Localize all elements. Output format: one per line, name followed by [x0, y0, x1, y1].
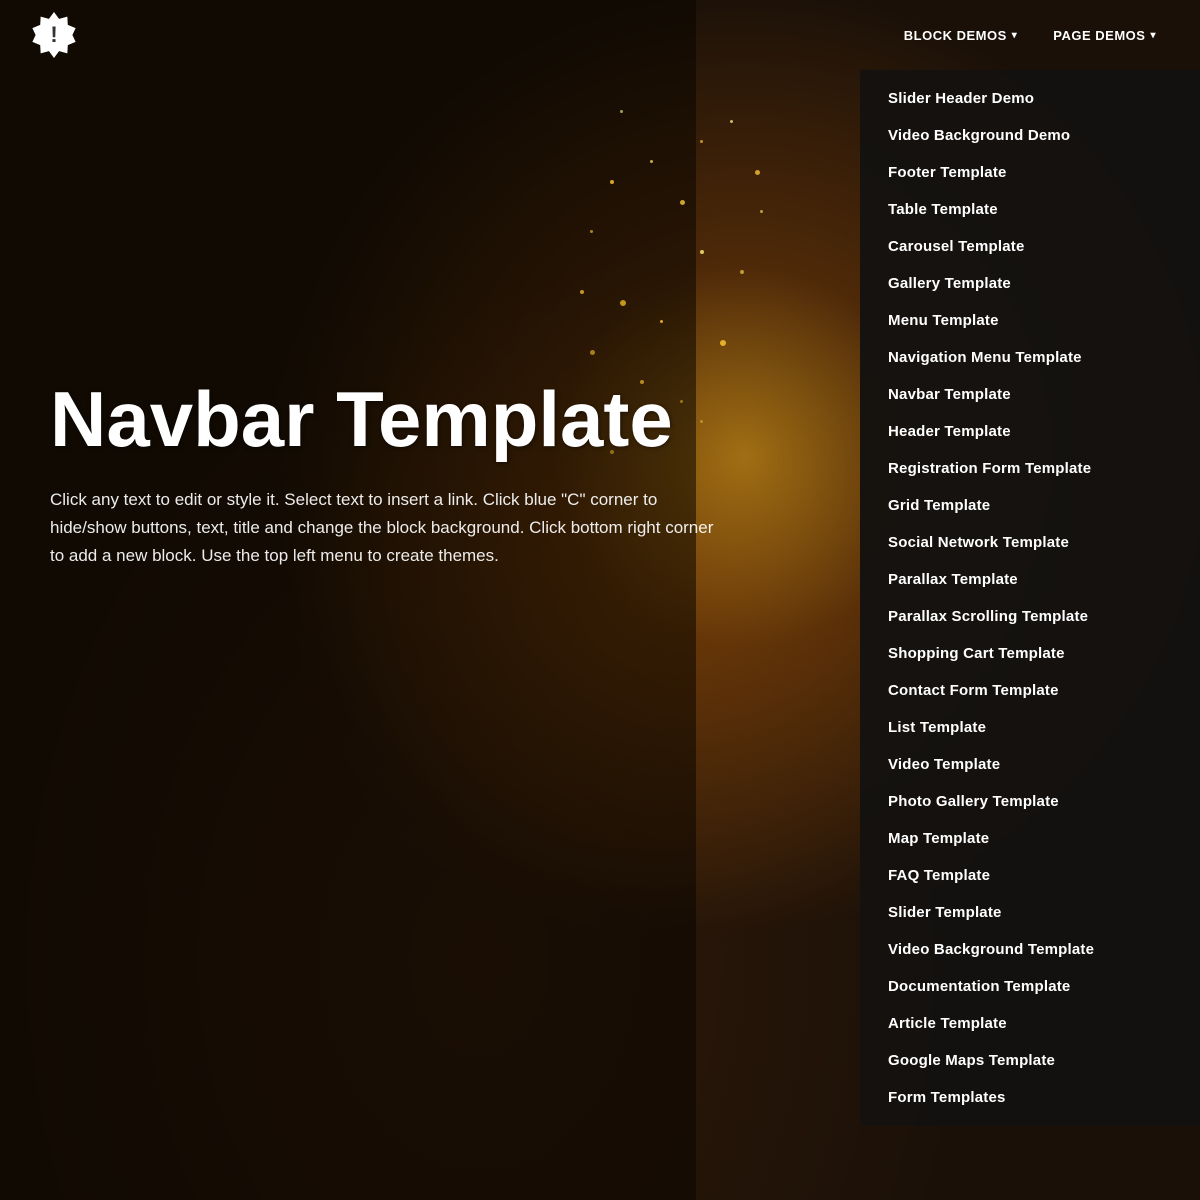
particle — [700, 140, 703, 143]
dropdown-item[interactable]: Parallax Scrolling Template — [860, 598, 1200, 635]
particle — [740, 270, 744, 274]
dropdown-item[interactable]: Contact Form Template — [860, 672, 1200, 709]
block-demos-arrow-icon: ▾ — [1012, 30, 1018, 41]
dropdown-menu: Slider Header Demo Video Background Demo… — [860, 70, 1200, 1126]
dropdown-item[interactable]: Registration Form Template — [860, 450, 1200, 487]
navbar: ! BLOCK DEMOS ▾ PAGE DEMOS ▾ — [0, 0, 1200, 70]
dropdown-item[interactable]: Parallax Template — [860, 561, 1200, 598]
dropdown-item[interactable]: Shopping Cart Template — [860, 635, 1200, 672]
particle — [620, 110, 623, 113]
hero-content: Navbar Template Click any text to edit o… — [50, 380, 730, 570]
dropdown-item[interactable]: Footer Template — [860, 154, 1200, 191]
dropdown-item[interactable]: Map Template — [860, 820, 1200, 857]
dropdown-item[interactable]: Form Templates — [860, 1079, 1200, 1116]
page-demos-button[interactable]: PAGE DEMOS ▾ — [1039, 20, 1170, 51]
dropdown-item[interactable]: Video Template — [860, 746, 1200, 783]
particle — [755, 170, 760, 175]
dropdown-item[interactable]: Navigation Menu Template — [860, 339, 1200, 376]
particle — [730, 120, 733, 123]
dropdown-item[interactable]: Navbar Template — [860, 376, 1200, 413]
navbar-right: BLOCK DEMOS ▾ PAGE DEMOS ▾ — [890, 20, 1170, 51]
dropdown-item[interactable]: Header Template — [860, 413, 1200, 450]
hero-description[interactable]: Click any text to edit or style it. Sele… — [50, 486, 730, 570]
particle — [590, 350, 595, 355]
particle — [760, 210, 763, 213]
dropdown-item[interactable]: FAQ Template — [860, 857, 1200, 894]
particle — [720, 340, 726, 346]
page-demos-label: PAGE DEMOS — [1053, 28, 1145, 43]
dropdown-item[interactable]: Menu Template — [860, 302, 1200, 339]
page-demos-arrow-icon: ▾ — [1150, 30, 1156, 41]
dropdown-item[interactable]: Grid Template — [860, 487, 1200, 524]
block-demos-label: BLOCK DEMOS — [904, 28, 1007, 43]
logo[interactable]: ! — [30, 11, 78, 59]
block-demos-button[interactable]: BLOCK DEMOS ▾ — [890, 20, 1032, 51]
dropdown-item[interactable]: Slider Template — [860, 894, 1200, 931]
logo-badge: ! — [31, 12, 77, 58]
dropdown-item[interactable]: Video Background Template — [860, 931, 1200, 968]
dropdown-item[interactable]: Social Network Template — [860, 524, 1200, 561]
dropdown-item[interactable]: Google Maps Template — [860, 1042, 1200, 1079]
dropdown-item[interactable]: List Template — [860, 709, 1200, 746]
particle — [680, 200, 685, 205]
dropdown-item[interactable]: Photo Gallery Template — [860, 783, 1200, 820]
particle — [660, 320, 663, 323]
hero-title[interactable]: Navbar Template — [50, 380, 730, 458]
dropdown-item[interactable]: Gallery Template — [860, 265, 1200, 302]
particle — [700, 250, 704, 254]
particle — [620, 300, 626, 306]
dropdown-item[interactable]: Article Template — [860, 1005, 1200, 1042]
dropdown-item[interactable]: Carousel Template — [860, 228, 1200, 265]
dark-overlay — [0, 0, 696, 1200]
dropdown-item[interactable]: Table Template — [860, 191, 1200, 228]
logo-symbol: ! — [50, 22, 57, 48]
particle — [650, 160, 653, 163]
dropdown-item[interactable]: Documentation Template — [860, 968, 1200, 1005]
particle — [610, 180, 614, 184]
particle — [590, 230, 593, 233]
particle — [580, 290, 584, 294]
dropdown-item[interactable]: Slider Header Demo — [860, 80, 1200, 117]
dropdown-item[interactable]: Video Background Demo — [860, 117, 1200, 154]
